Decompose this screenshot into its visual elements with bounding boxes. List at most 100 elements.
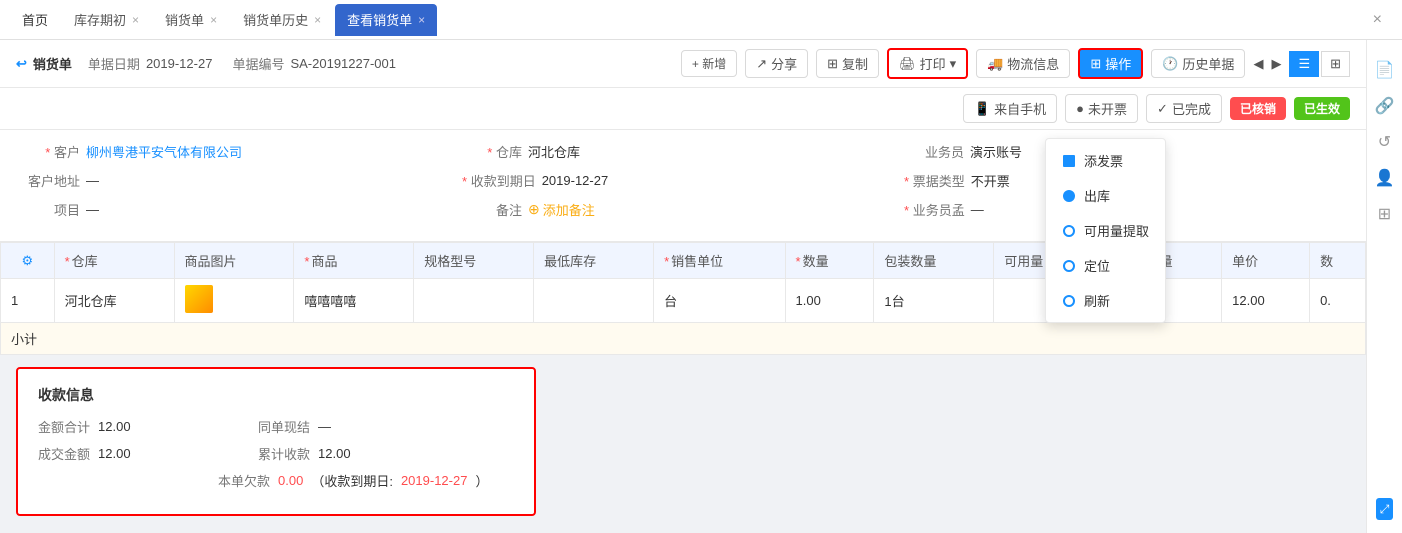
new-button[interactable]: + 新增 (681, 50, 737, 77)
current-owed-value: 0.00 (278, 473, 303, 488)
doc-no-label: 单据编号 (232, 54, 284, 73)
view-toggle: ☰ ⊞ (1289, 51, 1350, 77)
toolbar-row: 📱 来自手机 ● 未开票 ✓ 已完成 已核销 已生效 (0, 88, 1366, 130)
dropdown-add-invoice-label: 添发票 (1084, 151, 1123, 170)
tab-inventory-close[interactable]: × (132, 13, 139, 27)
customer-field: * 客户 柳州粤港平安气体有限公司 (20, 142, 462, 161)
transaction-amount-label: 成交金额 (38, 444, 90, 463)
receipt-row-1: 金额合计 12.00 同单现结 — (38, 417, 514, 436)
confirm-button[interactable]: ✓ 已完成 (1146, 94, 1222, 123)
doc-date-label: 单据日期 (88, 54, 140, 73)
cumulative-payment-label: 累计收款 (258, 444, 310, 463)
tab-view-sales-close[interactable]: × (418, 13, 425, 27)
project-field: 项目 — (20, 200, 462, 219)
dropdown-locate[interactable]: 定位 (1046, 248, 1165, 283)
tab-home[interactable]: 首页 (10, 4, 60, 36)
add-note-button[interactable]: ⊕ 添加备注 (528, 200, 595, 219)
tab-inventory[interactable]: 库存期初 × (62, 4, 151, 36)
right-sidebar: 📄 🔗 ↺ 👤 ⊞ ⤢ (1366, 40, 1402, 533)
note-label: 备注 (462, 200, 522, 219)
tab-view-sales-label: 查看销货单 (347, 10, 412, 29)
tab-sales[interactable]: 销货单 × (153, 4, 229, 36)
ticket-type-value: 不开票 (971, 171, 1010, 190)
col-spec: 规格型号 (414, 243, 534, 279)
window-close-button[interactable]: × (1363, 11, 1392, 29)
ticket-icon: ● (1076, 101, 1084, 116)
col-price: 单价 (1222, 243, 1310, 279)
tab-home-label: 首页 (22, 10, 48, 29)
same-order-value: — (318, 419, 331, 434)
effective-badge: 已生效 (1294, 97, 1350, 120)
row-min-stock (534, 279, 654, 323)
due-date-end: ） (475, 471, 488, 490)
transaction-amount-value: 12.00 (98, 446, 131, 461)
from-phone-button[interactable]: 📱 来自手机 (963, 94, 1057, 123)
logistics-button[interactable]: 🚚 物流信息 (976, 49, 1070, 78)
row-price: 12.00 (1222, 279, 1310, 323)
row-spec (414, 279, 534, 323)
tab-history[interactable]: 销货单历史 × (231, 4, 333, 36)
share-icon: ↗ (756, 56, 767, 72)
payment-date-value: 2019-12-27 (542, 173, 609, 188)
grid-view-button[interactable]: ⊞ (1321, 51, 1350, 77)
doc-actions: + 新增 ↗ 分享 ⊞ 复制 🖨 打印 ▾ 🚚 物流信息 (681, 48, 1350, 79)
sidebar-rotate-icon[interactable]: ↺ (1378, 132, 1391, 152)
customer-value[interactable]: 柳州粤港平安气体有限公司 (86, 142, 242, 161)
sidebar-grid-icon[interactable]: ⊞ (1378, 204, 1391, 224)
col-warehouse: *仓库 (54, 243, 174, 279)
dropdown-available-qty[interactable]: 可用量提取 (1046, 213, 1165, 248)
doc-title-block: ↩ 销货单 (16, 54, 72, 73)
tab-history-close[interactable]: × (314, 13, 321, 27)
doc-title-icon: ↩ (16, 56, 27, 72)
print-icon: 🖨 (899, 56, 916, 72)
tab-bar: 首页 库存期初 × 销货单 × 销货单历史 × 查看销货单 × × (0, 0, 1402, 40)
print-dropdown-arrow: ▾ (950, 56, 957, 72)
sidebar-user-icon[interactable]: 👤 (1375, 168, 1395, 188)
copy-button[interactable]: ⊞ 复制 (816, 49, 879, 78)
tab-view-sales[interactable]: 查看销货单 × (335, 4, 437, 36)
dropdown-outbound[interactable]: 出库 (1046, 178, 1165, 213)
sidebar-expand-icon[interactable]: ⤢ (1376, 498, 1394, 520)
not-open-button[interactable]: ● 未开票 (1065, 94, 1138, 123)
confirm-icon: ✓ (1157, 101, 1168, 117)
receipt-section: 收款信息 金额合计 12.00 同单现结 — 成交金额 12.00 累计收款 (16, 367, 536, 516)
payment-date-field: * 收款到期日 2019-12-27 (462, 171, 904, 190)
row-product: 嘻嘻嘻嘻 (294, 279, 414, 323)
col-settings[interactable]: ⚙ (1, 243, 55, 279)
doc-meta: 单据日期 2019-12-27 单据编号 SA-20191227-001 (88, 54, 665, 73)
row-pack-qty: 1台 (874, 279, 994, 323)
current-owed-item: 本单欠款 0.00 （收款到期日: 2019-12-27 ） (218, 471, 488, 490)
history-button[interactable]: 🕐 历史单据 (1151, 49, 1245, 78)
transaction-amount-item: 成交金额 12.00 (38, 444, 218, 463)
tab-history-label: 销货单历史 (243, 10, 308, 29)
total-amount-item: 金额合计 12.00 (38, 417, 218, 436)
note-field: 备注 ⊕ 添加备注 (462, 200, 904, 219)
sales-staff-value: — (971, 202, 984, 217)
col-amount: 数 (1310, 243, 1366, 279)
share-button[interactable]: ↗ 分享 (745, 49, 808, 78)
nav-prev-arrow[interactable]: ◀ (1253, 56, 1263, 72)
sales-staff-label: * 业务员孟 (904, 200, 965, 219)
nav-next-arrow[interactable]: ▶ (1271, 56, 1281, 72)
available-icon (1062, 224, 1076, 238)
copy-icon: ⊞ (827, 56, 838, 72)
tab-sales-close[interactable]: × (210, 13, 217, 27)
dropdown-add-invoice[interactable]: 添发票 (1046, 143, 1165, 178)
list-view-button[interactable]: ☰ (1289, 51, 1319, 77)
plus-icon: ⊕ (528, 201, 540, 218)
dropdown-refresh[interactable]: 刷新 (1046, 283, 1165, 318)
operation-button[interactable]: ⊞ 操作 (1078, 48, 1143, 79)
sidebar-link-icon[interactable]: 🔗 (1375, 96, 1395, 116)
warehouse-label: * 仓库 (462, 142, 522, 161)
receipt-title: 收款信息 (38, 385, 514, 405)
sidebar-document-icon[interactable]: 📄 (1375, 60, 1395, 80)
dropdown-refresh-label: 刷新 (1084, 291, 1110, 310)
cumulative-payment-value: 12.00 (318, 446, 351, 461)
address-value: — (86, 173, 99, 188)
doc-title-text: 销货单 (33, 54, 72, 73)
row-amount: 0. (1310, 279, 1366, 323)
subtotal-row: 小计 (1, 323, 1366, 355)
warehouse-value: 河北仓库 (528, 142, 580, 161)
due-date-value: 2019-12-27 (401, 473, 468, 488)
print-button[interactable]: 🖨 打印 ▾ (887, 48, 968, 79)
